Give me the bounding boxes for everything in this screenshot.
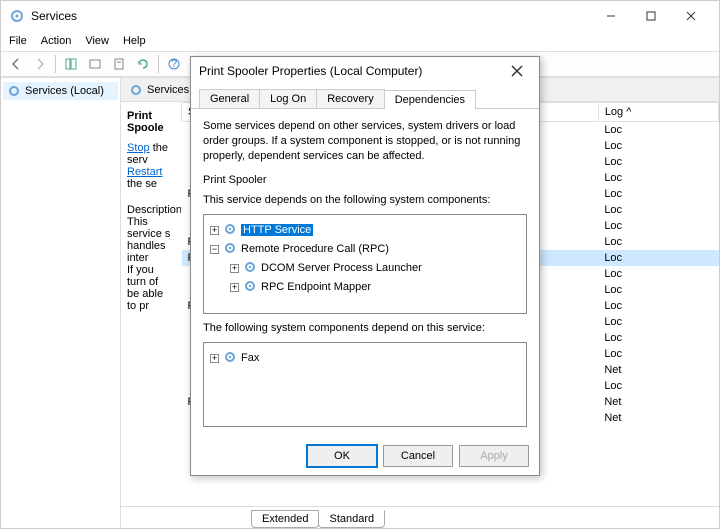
close-button[interactable] <box>671 3 711 29</box>
dependencies-info: Some services depend on other services, … <box>203 119 527 164</box>
list-header-title: Services <box>147 84 189 96</box>
back-button[interactable] <box>5 53 27 75</box>
restart-link[interactable]: Restart <box>127 166 162 178</box>
tree-item-label: Fax <box>241 352 259 364</box>
tree-item-label: HTTP Service <box>241 224 313 236</box>
col-logon[interactable]: Log ^ <box>598 103 718 122</box>
tab-general[interactable]: General <box>199 89 260 108</box>
service-name-label: Print Spooler <box>203 174 527 186</box>
tree-label: Services (Local) <box>25 85 104 97</box>
minimize-button[interactable] <box>591 3 631 29</box>
console-tree[interactable]: Services (Local) <box>1 78 121 528</box>
dialog-title: Print Spooler Properties (Local Computer… <box>199 64 503 78</box>
tree-services-local[interactable]: Services (Local) <box>3 82 118 100</box>
tab-logon[interactable]: Log On <box>259 89 317 108</box>
gear-icon <box>129 83 143 97</box>
refresh-button[interactable] <box>132 53 154 75</box>
dialog-close-button[interactable] <box>503 59 531 83</box>
export-button[interactable] <box>84 53 106 75</box>
view-tabs: Extended Standard <box>121 506 719 528</box>
window-title: Services <box>31 9 591 23</box>
expand-icon[interactable]: + <box>230 283 239 292</box>
tab-standard[interactable]: Standard <box>318 510 385 528</box>
tree-item[interactable]: + HTTP Service <box>210 221 520 240</box>
description-label: Description: <box>127 204 175 216</box>
apply-button[interactable]: Apply <box>459 445 529 467</box>
tab-extended[interactable]: Extended <box>251 510 319 528</box>
tree-item-label: Remote Procedure Call (RPC) <box>241 243 389 255</box>
service-detail-panel: Print Spoole Stop the serv Restart the s… <box>121 102 181 506</box>
menu-view[interactable]: View <box>85 35 109 47</box>
titlebar: Services <box>1 1 719 31</box>
tree-item-label: RPC Endpoint Mapper <box>261 281 371 293</box>
ok-button[interactable]: OK <box>307 445 377 467</box>
depended-by-label: The following system components depend o… <box>203 322 527 334</box>
tab-recovery[interactable]: Recovery <box>316 89 384 108</box>
tree-item[interactable]: + RPC Endpoint Mapper <box>210 278 520 297</box>
expand-icon[interactable]: + <box>230 264 239 273</box>
maximize-button[interactable] <box>631 3 671 29</box>
expand-icon[interactable]: + <box>210 226 219 235</box>
gear-icon <box>243 279 257 296</box>
dialog-tabs: General Log On Recovery Dependencies <box>191 85 539 109</box>
svg-text:?: ? <box>171 58 177 70</box>
properties-button[interactable] <box>108 53 130 75</box>
sort-asc-icon: ^ <box>626 106 631 118</box>
tree-item[interactable]: − Remote Procedure Call (RPC) <box>210 240 520 259</box>
gear-icon <box>223 350 237 367</box>
stop-link[interactable]: Stop <box>127 142 150 154</box>
depends-on-label: This service depends on the following sy… <box>203 194 527 206</box>
tab-dependencies[interactable]: Dependencies <box>384 90 476 109</box>
menubar: File Action View Help <box>1 31 719 51</box>
services-app-icon <box>9 8 25 24</box>
gear-icon <box>7 84 21 98</box>
help-button[interactable]: ? <box>163 53 185 75</box>
menu-action[interactable]: Action <box>41 35 72 47</box>
tree-item[interactable]: + DCOM Server Process Launcher <box>210 259 520 278</box>
gear-icon <box>243 260 257 277</box>
expand-icon[interactable]: + <box>210 354 219 363</box>
tree-item-label: DCOM Server Process Launcher <box>261 262 422 274</box>
collapse-icon[interactable]: − <box>210 245 219 254</box>
depended-by-tree[interactable]: + Fax <box>203 342 527 427</box>
detail-service-name: Print Spoole <box>127 110 175 134</box>
cancel-button[interactable]: Cancel <box>383 445 453 467</box>
show-hide-button[interactable] <box>60 53 82 75</box>
menu-help[interactable]: Help <box>123 35 146 47</box>
menu-file[interactable]: File <box>9 35 27 47</box>
gear-icon <box>223 222 237 239</box>
forward-button[interactable] <box>29 53 51 75</box>
gear-icon <box>223 241 237 258</box>
depends-on-tree[interactable]: + HTTP Service − Remote Procedure Call (RPC… <box>203 214 527 314</box>
tree-item[interactable]: + Fax <box>210 349 520 368</box>
properties-dialog: Print Spooler Properties (Local Computer… <box>190 56 540 476</box>
